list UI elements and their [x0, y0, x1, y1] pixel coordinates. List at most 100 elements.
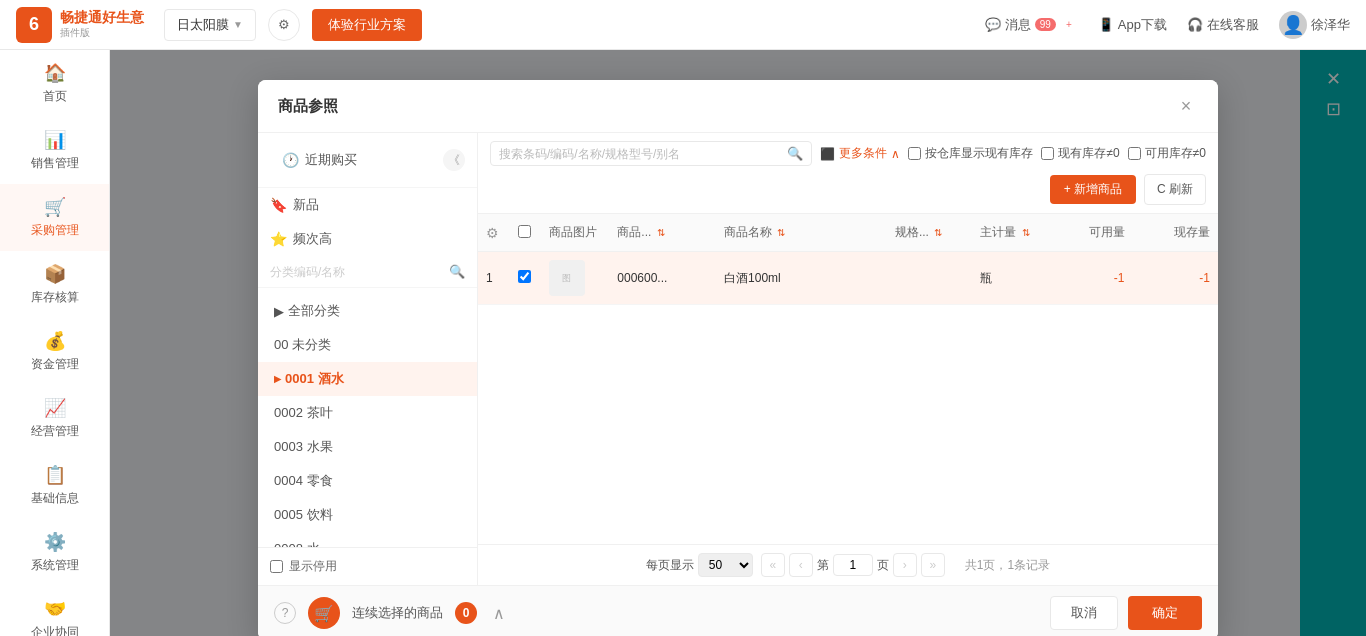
basic-icon: 📋	[44, 464, 66, 486]
first-page-button[interactable]: «	[761, 553, 785, 577]
page-suffix: 页	[877, 557, 889, 574]
th-settings: ⚙	[478, 214, 510, 252]
category-search-input[interactable]	[270, 265, 445, 279]
right-panel: 🔍 ⬛ 更多条件 ∧ 按仓库显示现有库存	[478, 133, 1218, 585]
sidebar-label-sales: 销售管理	[31, 155, 79, 172]
purchase-icon: 🛒	[44, 196, 66, 218]
product-search-input[interactable]	[499, 147, 783, 161]
sidebar-item-operation[interactable]: 📈 经营管理	[0, 385, 109, 452]
category-search-row: 🔍	[258, 256, 477, 288]
new-product-item[interactable]: 🔖 新品	[258, 188, 477, 222]
th-code[interactable]: 商品... ⇅	[609, 214, 716, 252]
sidebar-label-inventory: 库存核算	[31, 289, 79, 306]
message-item[interactable]: 💬 消息 99+	[985, 16, 1078, 34]
sidebar-item-home[interactable]: 🏠 首页	[0, 50, 109, 117]
continuous-label: 连续选择的商品	[352, 604, 443, 622]
quick-actions-bar: 🕐 近期购买 《	[258, 133, 477, 188]
cat-tea[interactable]: 0002 茶叶	[258, 396, 477, 430]
per-page-dropdown[interactable]: 50 100 200	[698, 553, 753, 577]
settings-button[interactable]: ⚙	[268, 9, 300, 41]
th-unit-label: 主计量	[980, 225, 1016, 239]
avail-not-zero-label[interactable]: 可用库存≠0	[1128, 145, 1206, 162]
sidebar-item-system[interactable]: ⚙️ 系统管理	[0, 519, 109, 586]
page-input-group	[833, 554, 873, 576]
cat-alcohol-label: 0001 酒水	[285, 370, 344, 388]
sidebar-item-corp[interactable]: 🤝 企业协同	[0, 586, 109, 636]
stock-not-zero-checkbox[interactable]	[1041, 147, 1054, 160]
th-image-label: 商品图片	[549, 225, 597, 239]
dialog-body: 🕐 近期购买 《 🔖 新品 ⭐ 频次高	[258, 133, 1218, 585]
help-icon[interactable]: ?	[274, 602, 296, 624]
th-name[interactable]: 商品名称 ⇅	[716, 214, 887, 252]
product-avail: -1	[1114, 271, 1125, 285]
next-page-button[interactable]: ›	[893, 553, 917, 577]
confirm-button[interactable]: 确定	[1128, 596, 1202, 630]
refresh-button[interactable]: C 刷新	[1144, 174, 1206, 205]
warehouse-checkbox-label[interactable]: 按仓库显示现有库存	[908, 145, 1033, 162]
prev-page-button[interactable]: ‹	[789, 553, 813, 577]
per-page-select: 每页显示 50 100 200	[646, 553, 753, 577]
sidebar-item-basic[interactable]: 📋 基础信息	[0, 452, 109, 519]
new-icon: 🔖	[270, 197, 287, 213]
filter-label: 更多条件	[839, 145, 887, 162]
sidebar-label-purchase: 采购管理	[31, 222, 79, 239]
system-icon: ⚙️	[44, 531, 66, 553]
experience-button[interactable]: 体验行业方案	[312, 9, 422, 41]
user-profile[interactable]: 👤 徐泽华	[1279, 11, 1350, 39]
freq-icon: ⭐	[270, 231, 287, 247]
cat-alcohol[interactable]: ▶ 0001 酒水	[258, 362, 477, 396]
table-row[interactable]: 1 图	[478, 252, 1218, 305]
footer-collapse-icon[interactable]: ∧	[493, 604, 505, 623]
td-image: 图	[541, 252, 609, 305]
filter-arrow-icon: ∧	[891, 147, 900, 161]
th-unit[interactable]: 主计量 ⇅	[972, 214, 1047, 252]
sidebar-item-purchase[interactable]: 🛒 采购管理	[0, 184, 109, 251]
product-toolbar: 🔍 ⬛ 更多条件 ∧ 按仓库显示现有库存	[478, 133, 1218, 214]
cat-uncategorized[interactable]: 00 未分类	[258, 328, 477, 362]
panel-collapse-button[interactable]: 《	[443, 149, 465, 171]
product-search-bar: 🔍	[490, 141, 812, 166]
select-all-checkbox[interactable]	[518, 225, 531, 238]
th-spec[interactable]: 规格... ⇅	[887, 214, 972, 252]
th-stock[interactable]: 现存量	[1133, 214, 1218, 252]
warehouse-checkbox[interactable]	[908, 147, 921, 160]
more-filter-button[interactable]: ⬛ 更多条件 ∧	[820, 145, 900, 162]
logo-text-group: 畅捷通好生意 插件版	[60, 9, 144, 40]
sidebar-item-sales[interactable]: 📊 销售管理	[0, 117, 109, 184]
dialog-close-button[interactable]: ×	[1174, 94, 1198, 118]
cart-button[interactable]: 🛒	[308, 597, 340, 629]
cancel-button[interactable]: 取消	[1050, 596, 1118, 630]
stock-not-zero-label[interactable]: 现有库存≠0	[1041, 145, 1119, 162]
frequent-item[interactable]: ⭐ 频次高	[258, 222, 477, 256]
page-number-input[interactable]	[833, 554, 873, 576]
th-avail[interactable]: 可用量	[1047, 214, 1132, 252]
td-name: 白酒100ml	[716, 252, 887, 305]
badge-plus: +	[1060, 19, 1078, 30]
product-search-icon[interactable]: 🔍	[787, 146, 803, 161]
cat-drink-label: 0005 饮料	[274, 506, 333, 524]
last-page-button[interactable]: »	[921, 553, 945, 577]
category-search-icon[interactable]: 🔍	[449, 264, 465, 279]
message-icon: 💬	[985, 17, 1001, 32]
cat-all-tri: ▶	[274, 304, 284, 319]
cat-fruit[interactable]: 0003 水果	[258, 430, 477, 464]
row-checkbox[interactable]	[518, 270, 531, 283]
cat-water[interactable]: 0008 水	[258, 532, 477, 547]
cat-all[interactable]: ▶ 全部分类	[258, 294, 477, 328]
show-disabled-checkbox[interactable]	[270, 560, 283, 573]
recent-label: 近期购买	[305, 151, 357, 169]
logo-title: 畅捷通好生意	[60, 9, 144, 26]
app-download-item[interactable]: 📱 App下载	[1098, 16, 1167, 34]
avail-not-zero-checkbox[interactable]	[1128, 147, 1141, 160]
online-service-item[interactable]: 🎧 在线客服	[1187, 16, 1259, 34]
sidebar-item-inventory[interactable]: 📦 库存核算	[0, 251, 109, 318]
store-dropdown[interactable]: 日太阳膜 ▼	[164, 9, 256, 41]
th-checkbox	[510, 214, 541, 252]
cat-drink[interactable]: 0005 饮料	[258, 498, 477, 532]
sidebar-item-finance[interactable]: 💰 资金管理	[0, 318, 109, 385]
table-settings-icon[interactable]: ⚙	[486, 225, 499, 241]
cat-snack[interactable]: 0004 零食	[258, 464, 477, 498]
recent-purchase-item[interactable]: 🕐 近期购买	[270, 143, 369, 177]
finance-icon: 💰	[44, 330, 66, 352]
add-product-button[interactable]: + 新增商品	[1050, 175, 1136, 204]
